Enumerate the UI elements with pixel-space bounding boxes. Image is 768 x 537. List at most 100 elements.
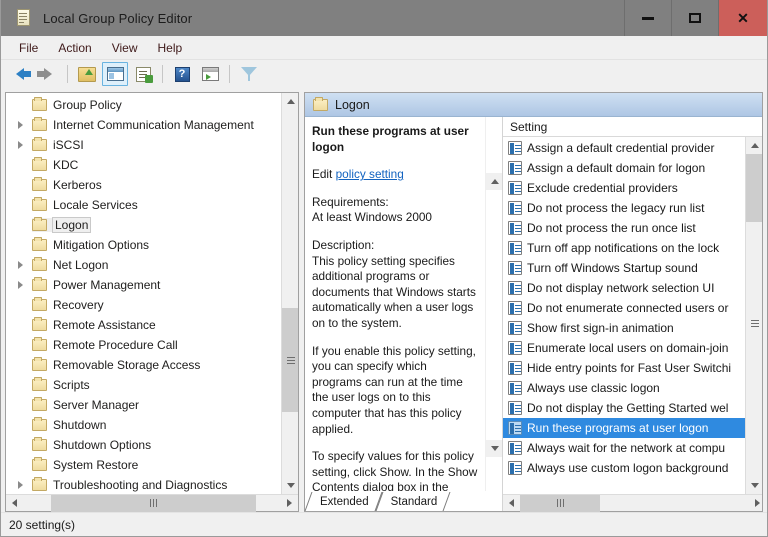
settings-row[interactable]: Turn off app notifications on the lock <box>503 238 745 258</box>
tree-item-label: Remote Procedure Call <box>53 338 178 352</box>
settings-row[interactable]: Exclude credential providers <box>503 178 745 198</box>
policy-setting-icon <box>508 361 522 375</box>
settings-horizontal-scrollbar[interactable] <box>503 494 762 511</box>
settings-row[interactable]: Hide entry points for Fast User Switchi <box>503 358 745 378</box>
description-vertical-scrollbar[interactable] <box>485 117 502 491</box>
tree-item[interactable]: Mitigation Options <box>6 235 281 255</box>
tree-hscrollbar-thumb[interactable] <box>51 495 256 512</box>
tree-item[interactable]: Server Manager <box>6 395 281 415</box>
tree-item[interactable]: Internet Communication Management <box>6 115 281 135</box>
properties-button[interactable] <box>130 62 156 86</box>
expand-chevron-icon[interactable] <box>18 281 23 289</box>
forward-button[interactable] <box>35 62 61 86</box>
settings-hscrollbar-thumb[interactable] <box>520 495 600 512</box>
edit-policy-setting-link[interactable]: policy setting <box>336 167 404 181</box>
settings-scrollbar-grip <box>746 315 762 331</box>
tree-item[interactable]: Remote Procedure Call <box>6 335 281 355</box>
settings-scroll-right-button[interactable] <box>749 495 766 512</box>
tree-item[interactable]: Logon <box>6 215 281 235</box>
tree-item-content: Removable Storage Access <box>32 358 200 372</box>
settings-row[interactable]: Assign a default credential provider <box>503 138 745 158</box>
settings-row-selected[interactable]: Run these programs at user logon <box>503 418 745 438</box>
close-button[interactable]: ✕ <box>718 0 767 36</box>
settings-row[interactable]: Enumerate local users on domain-join <box>503 338 745 358</box>
toolbar-separator <box>67 65 68 83</box>
policy-setting-icon <box>508 441 522 455</box>
menu-item-view[interactable]: View <box>102 38 148 58</box>
menu-item-action[interactable]: Action <box>48 38 101 58</box>
tree-vertical-scrollbar[interactable] <box>281 93 298 494</box>
tree-item[interactable]: Net Logon <box>6 255 281 275</box>
settings-scroll-left-button[interactable] <box>503 495 520 512</box>
tree-item[interactable]: Power Management <box>6 275 281 295</box>
menu-item-file[interactable]: File <box>9 38 48 58</box>
description-scroll-down-button[interactable] <box>486 440 502 457</box>
policy-setting-icon <box>508 381 522 395</box>
settings-scroll-down-button[interactable] <box>746 477 762 494</box>
settings-vertical-scrollbar[interactable] <box>745 137 762 494</box>
tree-item[interactable]: System Restore <box>6 455 281 475</box>
list-view-button[interactable] <box>197 62 223 86</box>
settings-row[interactable]: Assign a default domain for logon <box>503 158 745 178</box>
tab-standard[interactable]: Standard <box>379 492 448 511</box>
tree-scroll-area: Group PolicyInternet Communication Manag… <box>6 93 298 494</box>
settings-row[interactable]: Do not process the legacy run list <box>503 198 745 218</box>
expand-chevron-icon[interactable] <box>18 121 23 129</box>
settings-row[interactable]: Turn off Windows Startup sound <box>503 258 745 278</box>
policy-setting-icon <box>508 201 522 215</box>
tree-item[interactable]: iSCSI <box>6 135 281 155</box>
local-group-policy-editor-window: Local Group Policy Editor ✕ File Action … <box>0 0 768 537</box>
tree-item[interactable]: Scripts <box>6 375 281 395</box>
settings-row[interactable]: Always use custom logon background <box>503 458 745 478</box>
tree-item[interactable]: KDC <box>6 155 281 175</box>
tree-horizontal-scrollbar[interactable] <box>6 494 298 511</box>
settings-row[interactable]: Always wait for the network at compu <box>503 438 745 458</box>
settings-row[interactable]: Show first sign-in animation <box>503 318 745 338</box>
tree-item-content: iSCSI <box>32 138 84 152</box>
expand-chevron-icon[interactable] <box>18 481 23 489</box>
tree-item[interactable]: Group Policy <box>6 95 281 115</box>
minimize-button[interactable] <box>624 0 671 36</box>
menu-item-help[interactable]: Help <box>148 38 193 58</box>
tree-item[interactable]: Shutdown <box>6 415 281 435</box>
filter-button[interactable] <box>236 62 262 86</box>
tab-extended[interactable]: Extended <box>308 492 379 511</box>
tree-scroll-up-button[interactable] <box>282 93 298 110</box>
up-one-level-button[interactable] <box>74 62 100 86</box>
settings-row[interactable]: Do not display network selection UI <box>503 278 745 298</box>
settings-column-header[interactable]: Setting <box>503 117 762 137</box>
settings-row[interactable]: Do not process the run once list <box>503 218 745 238</box>
settings-scroll-up-button[interactable] <box>746 137 762 154</box>
maximize-button[interactable] <box>671 0 718 36</box>
settings-hscroll-track[interactable] <box>520 495 762 512</box>
expand-chevron-icon[interactable] <box>18 261 23 269</box>
status-bar: 20 setting(s) <box>1 512 767 536</box>
back-button[interactable] <box>7 62 33 86</box>
help-button[interactable]: ? <box>169 62 195 86</box>
tree-item[interactable]: Locale Services <box>6 195 281 215</box>
description-scroll-up-button[interactable] <box>486 173 502 190</box>
settings-row-label: Show first sign-in animation <box>527 321 674 335</box>
tree-item[interactable]: Shutdown Options <box>6 435 281 455</box>
tree-item[interactable]: Recovery <box>6 295 281 315</box>
scrollbar-grip-icon <box>751 320 759 327</box>
tree-item-content: Shutdown <box>32 418 106 432</box>
tree-scroll-left-button[interactable] <box>6 495 23 512</box>
tree-item[interactable]: Removable Storage Access <box>6 355 281 375</box>
tree-hscroll-track[interactable] <box>23 495 281 512</box>
title-bar: Local Group Policy Editor ✕ <box>1 0 767 36</box>
settings-row[interactable]: Do not enumerate connected users or <box>503 298 745 318</box>
settings-scrollbar-thumb-top[interactable] <box>746 154 762 222</box>
settings-row[interactable]: Always use classic logon <box>503 378 745 398</box>
tree-item[interactable]: Remote Assistance <box>6 315 281 335</box>
show-hide-console-tree-button[interactable] <box>102 62 128 86</box>
tree-item[interactable]: Kerberos <box>6 175 281 195</box>
tree-item-label: Shutdown Options <box>53 438 151 452</box>
tree-item[interactable]: Troubleshooting and Diagnostics <box>6 475 281 494</box>
tree-scrollbar-thumb[interactable] <box>282 308 298 412</box>
tree-scroll-down-button[interactable] <box>282 477 298 494</box>
expand-chevron-icon[interactable] <box>18 141 23 149</box>
settings-row[interactable]: Do not display the Getting Started wel <box>503 398 745 418</box>
tree-scroll-right-button[interactable] <box>281 495 298 512</box>
tree-item-label: Net Logon <box>53 258 108 272</box>
